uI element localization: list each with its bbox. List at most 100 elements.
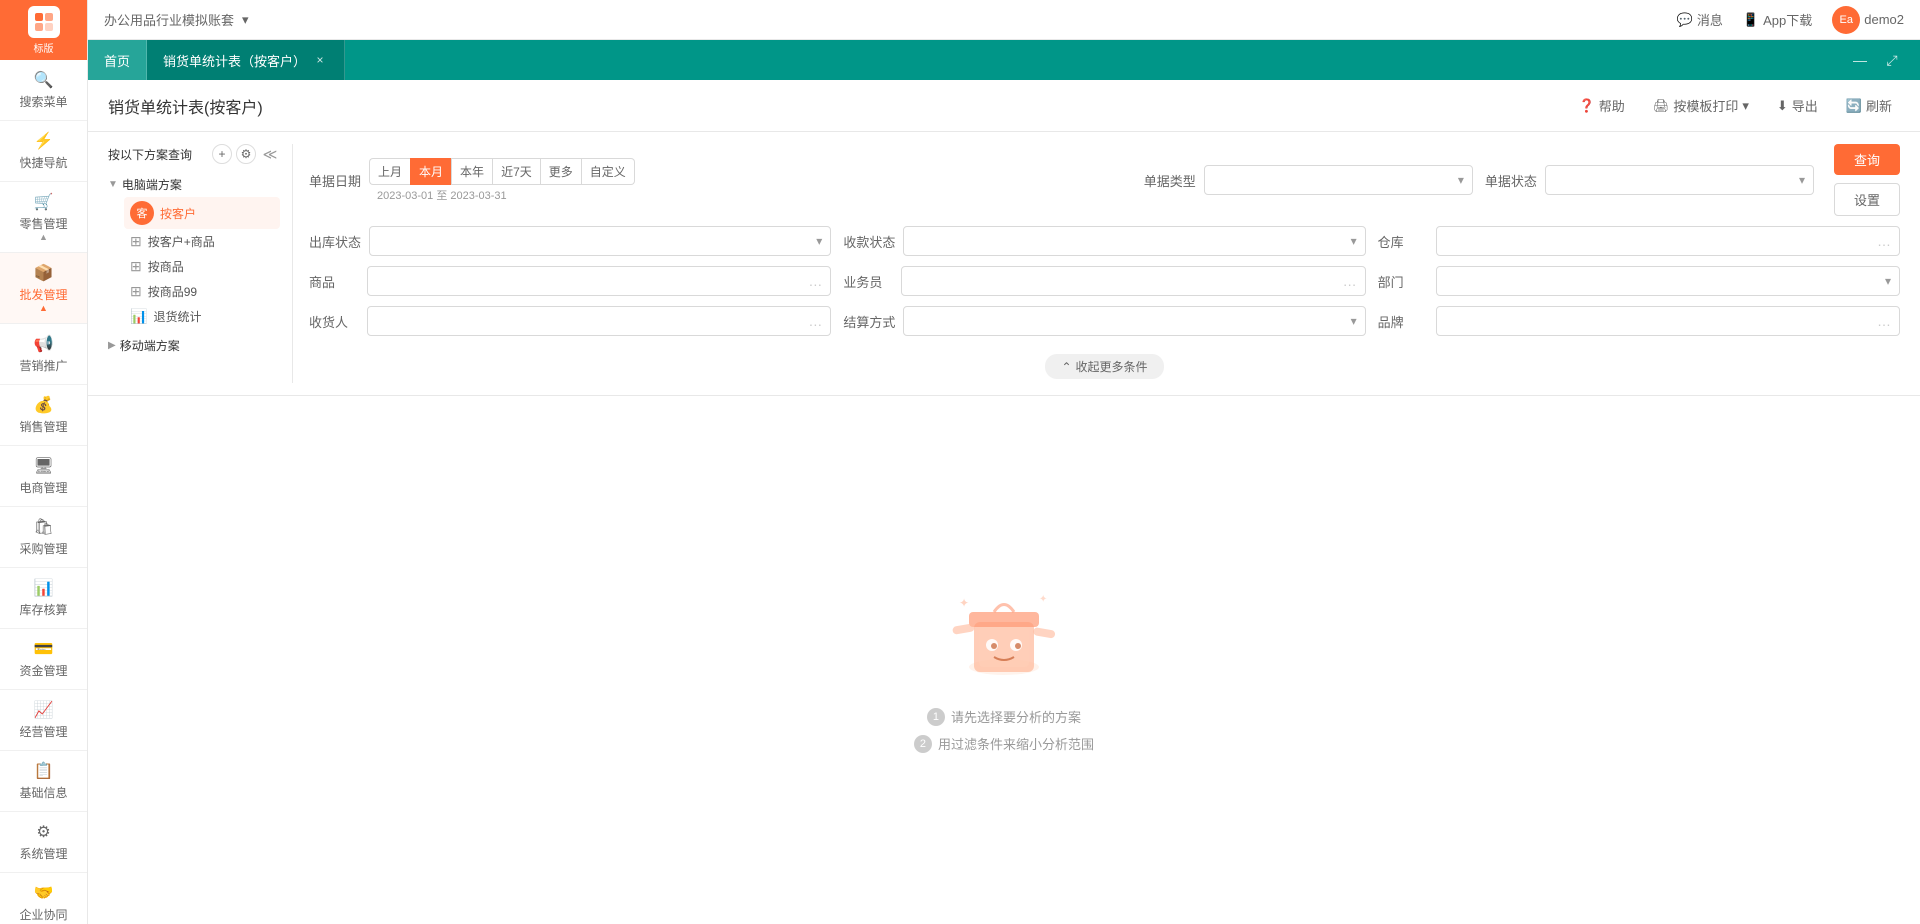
tab-sales-stat[interactable]: 销货单统计表（按客户） × <box>147 40 345 80</box>
user-menu-btn[interactable]: Ea demo2 <box>1832 6 1904 34</box>
scheme-header: 按以下方案查询 + ⚙ ≪ <box>108 144 280 164</box>
help-label: 帮助 <box>1599 96 1625 115</box>
settings-btn[interactable]: 设置 <box>1834 183 1900 216</box>
scheme-collapse-btn[interactable]: ≪ <box>260 144 280 164</box>
sidebar-item-operation[interactable]: 📈 经营管理 <box>0 690 88 751</box>
filter-out-status: 出库状态 ▾ <box>309 226 831 256</box>
out-status-dropdown-icon: ▾ <box>816 234 822 248</box>
sidebar-item-enterprise[interactable]: 🤝 企业协同 <box>0 873 88 924</box>
brand-more-icon: … <box>1877 313 1891 329</box>
scheme-desktop-group: ▼ 电脑端方案 客 按客户 ⊞ 按客户+商品 <box>108 172 280 329</box>
top-header: 办公用品行业模拟账套 ▾ 💬 消息 📱 App下载 Ea demo2 <box>88 0 1920 40</box>
svg-text:✦: ✦ <box>1039 594 1047 605</box>
query-btn[interactable]: 查询 <box>1834 144 1900 175</box>
filter-doc-status-control[interactable]: ▾ <box>1545 165 1814 195</box>
sidebar-item-ecommerce[interactable]: 🖥 电商管理 <box>0 446 88 507</box>
export-btn[interactable]: ⬇ 导出 <box>1769 92 1826 119</box>
app-download-label: App下载 <box>1763 10 1812 29</box>
sidebar-item-system[interactable]: ⚙ 系统管理 <box>0 812 88 873</box>
empty-illustration: ✦ ✦ ✦ <box>944 567 1064 687</box>
settlement-dropdown-icon: ▾ <box>1351 314 1357 328</box>
scheme-header-actions: + ⚙ ≪ <box>212 144 280 164</box>
filter-warehouse: 仓库 … <box>1378 226 1900 256</box>
filter-brand-control[interactable]: … <box>1436 306 1900 336</box>
scheme-item-by-goods-99-label: 按商品99 <box>148 283 197 300</box>
scheme-desktop-group-header[interactable]: ▼ 电脑端方案 <box>108 172 280 197</box>
date-more-btn[interactable]: 更多 <box>540 158 582 185</box>
collapse-more-btn[interactable]: ⌃ 收起更多条件 <box>1045 354 1163 379</box>
scheme-item-by-goods-99[interactable]: ⊞ 按商品99 <box>124 279 280 304</box>
filter-receiver-label: 收货人 <box>309 312 359 331</box>
date-last-month-btn[interactable]: 上月 <box>369 158 410 185</box>
help-btn[interactable]: ❓ 帮助 <box>1571 92 1633 119</box>
sidebar-item-basic[interactable]: 📋 基础信息 <box>0 751 88 812</box>
sidebar-item-inventory[interactable]: 📊 库存核算 <box>0 568 88 629</box>
marketing-icon: 📢 <box>34 334 54 354</box>
refresh-icon: 🔄 <box>1846 98 1862 114</box>
receiver-more-icon: … <box>808 313 822 329</box>
filter-settlement: 结算方式 ▾ <box>843 306 1365 336</box>
refresh-btn[interactable]: 🔄 刷新 <box>1838 92 1900 119</box>
scheme-item-by-goods[interactable]: ⊞ 按商品 <box>124 254 280 279</box>
sidebar-item-retail[interactable]: 🛒 零售管理 ▲ <box>0 182 88 253</box>
sidebar-item-wholesale-label: 批发管理 <box>19 286 67 303</box>
scheme-item-by-customer[interactable]: 客 按客户 <box>124 197 280 229</box>
date-custom-btn[interactable]: 自定义 <box>582 158 635 185</box>
filter-out-status-control[interactable]: ▾ <box>369 226 831 256</box>
filter-row-2: 出库状态 ▾ 收款状态 ▾ <box>309 226 1900 256</box>
filter-salesperson-control[interactable]: … <box>901 266 1365 296</box>
sidebar-item-wholesale[interactable]: 📦 批发管理 ▲ <box>0 253 88 324</box>
mobile-group-label: 移动端方案 <box>120 337 180 354</box>
filter-body: 按以下方案查询 + ⚙ ≪ ▼ 电脑端方案 <box>108 144 1900 383</box>
scheme-item-by-customer-goods[interactable]: ⊞ 按客户+商品 <box>124 229 280 254</box>
sidebar-item-search[interactable]: 🔍 搜索菜单 <box>0 60 88 121</box>
basic-icon: 📋 <box>34 761 54 781</box>
date-this-month-btn[interactable]: 本月 <box>410 158 451 185</box>
filter-receiver-control[interactable]: … <box>367 306 831 336</box>
filter-department-control[interactable]: ▾ <box>1436 266 1900 296</box>
scheme-mobile-group[interactable]: ▶ 移动端方案 <box>108 333 280 358</box>
tab-minimize-btn[interactable]: — <box>1848 48 1872 72</box>
filter-department-label: 部门 <box>1378 272 1428 291</box>
filter-salesperson: 业务员 … <box>843 266 1365 296</box>
date-this-year-btn[interactable]: 本年 <box>451 158 492 185</box>
filter-row-4: 收货人 … 结算方式 ▾ <box>309 306 1900 336</box>
inventory-icon: 📊 <box>34 578 54 598</box>
app-download-btn[interactable]: 📱 App下载 <box>1743 10 1812 29</box>
sidebar-item-purchase[interactable]: 🛍 采购管理 <box>0 507 88 568</box>
filter-doc-type-label: 单据类型 <box>1144 171 1196 190</box>
system-icon: ⚙ <box>36 822 50 842</box>
print-btn[interactable]: 🖨 按模板打印 ▾ <box>1645 92 1757 119</box>
filter-out-status-label: 出库状态 <box>309 232 361 251</box>
print-icon: 🖨 <box>1653 98 1670 114</box>
scheme-desktop-items: 客 按客户 ⊞ 按客户+商品 ⊞ 按商品 <box>108 197 280 329</box>
doc-type-dropdown-icon: ▾ <box>1458 173 1464 187</box>
sidebar-item-sales[interactable]: 💰 销售管理 <box>0 385 88 446</box>
wholesale-arrow-icon: ▲ <box>39 303 48 313</box>
sidebar-item-finance[interactable]: 💳 资金管理 <box>0 629 88 690</box>
collapse-icon: ⌃ <box>1061 360 1071 374</box>
date-last-7-btn[interactable]: 近7天 <box>492 158 540 185</box>
scheme-add-btn[interactable]: + <box>212 144 232 164</box>
filter-settlement-control[interactable]: ▾ <box>903 306 1365 336</box>
avatar-text: Ea <box>1840 14 1853 26</box>
sidebar-item-purchase-label: 采购管理 <box>19 540 67 557</box>
svg-text:✦: ✦ <box>959 596 969 610</box>
sidebar-item-marketing[interactable]: 📢 营销推广 <box>0 324 88 385</box>
message-icon: 💬 <box>1677 12 1693 28</box>
account-dropdown-btn[interactable]: ▾ <box>242 12 249 28</box>
scheme-settings-btn[interactable]: ⚙ <box>236 144 256 164</box>
filter-warehouse-control[interactable]: … <box>1436 226 1900 256</box>
filter-goods-control[interactable]: … <box>367 266 831 296</box>
warehouse-more-icon: … <box>1877 233 1891 249</box>
filter-doc-type-control[interactable]: ▾ <box>1204 165 1473 195</box>
sidebar-item-quick-nav[interactable]: ⚡ 快捷导航 <box>0 121 88 182</box>
tab-home[interactable]: 首页 <box>88 40 147 80</box>
tab-maximize-btn[interactable]: ⤢ <box>1880 48 1904 72</box>
message-btn[interactable]: 💬 消息 <box>1677 10 1723 29</box>
scheme-item-return-stat-icon: 📊 <box>130 308 147 325</box>
tab-close-sales-stat[interactable]: × <box>312 52 328 68</box>
filter-collect-status-control[interactable]: ▾ <box>903 226 1365 256</box>
scheme-item-by-customer-goods-icon: ⊞ <box>130 233 142 250</box>
scheme-item-return-stat[interactable]: 📊 退货统计 <box>124 304 280 329</box>
